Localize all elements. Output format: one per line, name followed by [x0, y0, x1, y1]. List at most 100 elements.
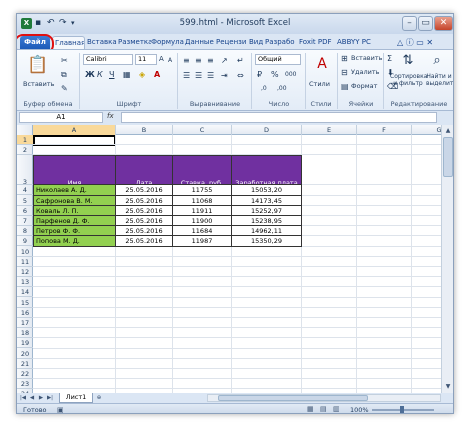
- underline-icon[interactable]: Ч: [109, 70, 114, 79]
- close-button[interactable]: ✕: [434, 16, 453, 31]
- delete-cells-icon[interactable]: ⊟: [341, 68, 348, 77]
- tab-view[interactable]: Вид: [249, 36, 263, 49]
- table-cell[interactable]: 11068: [173, 195, 232, 206]
- row-header-14[interactable]: 14: [17, 287, 33, 298]
- align-right-icon[interactable]: ☰: [207, 71, 214, 80]
- first-sheet-icon[interactable]: |◀: [19, 394, 27, 402]
- row-header-22[interactable]: 22: [17, 369, 33, 379]
- grow-font-icon[interactable]: A: [159, 55, 164, 64]
- align-center-icon[interactable]: ☰: [195, 71, 202, 80]
- row-header-6[interactable]: 6: [17, 206, 33, 216]
- minimize-button[interactable]: –: [402, 16, 417, 31]
- insert-function-icon[interactable]: fx: [107, 112, 114, 120]
- table-cell[interactable]: 25.05.2016: [116, 205, 173, 216]
- tab-developer[interactable]: Разрабо: [265, 36, 297, 49]
- tab-page-layout[interactable]: Разметка: [118, 36, 151, 49]
- row-header-5[interactable]: 5: [17, 196, 33, 206]
- table-cell[interactable]: 15252,97: [232, 205, 302, 216]
- autosum-icon[interactable]: Σ: [387, 54, 392, 63]
- paste-button[interactable]: Вставить: [23, 80, 54, 88]
- font-size-box[interactable]: 11: [135, 54, 157, 65]
- column-header-e[interactable]: E: [302, 125, 357, 135]
- align-bottom-icon[interactable]: ≡: [207, 56, 214, 65]
- last-sheet-icon[interactable]: ▶|: [46, 394, 54, 402]
- table-cell[interactable]: 25.05.2016: [116, 236, 173, 247]
- table-cell[interactable]: 11987: [173, 236, 232, 247]
- tab-formulas[interactable]: Формула: [151, 36, 184, 49]
- zoom-level[interactable]: 100%: [350, 406, 369, 413]
- font-color-icon[interactable]: A: [154, 70, 160, 79]
- row-header-17[interactable]: 17: [17, 318, 33, 328]
- employee-name-cell[interactable]: Петров Ф. Ф.: [33, 226, 116, 237]
- table-header-cell[interactable]: Имя: [33, 155, 116, 186]
- row-header-11[interactable]: 11: [17, 257, 33, 267]
- font-name-box[interactable]: Calibri: [83, 54, 133, 65]
- tab-review[interactable]: Рецензи: [216, 36, 248, 49]
- row-header-12[interactable]: 12: [17, 267, 33, 277]
- name-box[interactable]: A1: [19, 112, 103, 123]
- column-header-d[interactable]: D: [232, 125, 302, 135]
- column-header-g[interactable]: G: [412, 125, 441, 135]
- next-sheet-icon[interactable]: ▶: [37, 394, 45, 402]
- currency-icon[interactable]: ₽: [257, 70, 262, 79]
- sheet-tab-1[interactable]: Лист1: [59, 393, 93, 403]
- row-header-23[interactable]: 23: [17, 379, 33, 390]
- row-header-19[interactable]: 19: [17, 338, 33, 349]
- percent-icon[interactable]: %: [271, 70, 279, 79]
- view-layout-icon[interactable]: ▤: [320, 405, 327, 413]
- format-painter-icon[interactable]: ✎: [61, 84, 68, 93]
- prev-sheet-icon[interactable]: ◀: [28, 394, 36, 402]
- view-normal-icon[interactable]: ▦: [307, 405, 314, 413]
- column-header-b[interactable]: B: [116, 125, 173, 135]
- employee-name-cell[interactable]: Сафронова В. М.: [33, 195, 116, 206]
- indent-icon[interactable]: ⇥: [221, 71, 228, 80]
- table-cell[interactable]: 15238,95: [232, 216, 302, 227]
- row-header-3[interactable]: 3: [17, 155, 33, 186]
- tab-abbyy[interactable]: ABBYY PC: [337, 36, 373, 49]
- find-select-button[interactable]: Найти и выделить: [426, 73, 453, 87]
- format-cells-button[interactable]: Формат: [351, 82, 377, 90]
- table-cell[interactable]: 14173,45: [232, 195, 302, 206]
- scroll-down-icon[interactable]: ▼: [443, 382, 453, 392]
- insert-cells-icon[interactable]: ⊞: [341, 54, 348, 63]
- row-header-8[interactable]: 8: [17, 226, 33, 237]
- italic-icon[interactable]: К: [97, 70, 103, 79]
- sort-filter-button[interactable]: Сортировка и фильтр: [390, 73, 427, 87]
- bold-icon[interactable]: Ж: [85, 70, 95, 79]
- format-cells-icon[interactable]: ▤: [341, 82, 349, 91]
- align-left-icon[interactable]: ☰: [183, 71, 190, 80]
- find-select-icon[interactable]: ⌕: [429, 53, 445, 69]
- table-cell[interactable]: 11900: [173, 216, 232, 227]
- table-cell[interactable]: 11911: [173, 205, 232, 216]
- row-header-15[interactable]: 15: [17, 298, 33, 308]
- employee-name-cell[interactable]: Николаев А. Д.: [33, 185, 116, 196]
- insert-cells-button[interactable]: Вставить: [351, 54, 382, 62]
- cut-icon[interactable]: ✂: [61, 56, 68, 65]
- sort-filter-icon[interactable]: ⇅: [400, 53, 416, 69]
- paste-icon[interactable]: 📋: [27, 54, 49, 76]
- tab-foxit-pdf[interactable]: Foxit PDF: [299, 36, 335, 49]
- column-header-c[interactable]: C: [173, 125, 232, 135]
- zoom-slider-knob[interactable]: [400, 406, 404, 413]
- table-header-cell[interactable]: Ставка, руб.: [173, 155, 232, 186]
- tab-insert[interactable]: Вставка: [87, 36, 117, 49]
- table-cell[interactable]: 25.05.2016: [116, 195, 173, 206]
- fill-color-icon[interactable]: ◈: [139, 70, 145, 79]
- thousands-icon[interactable]: 000: [285, 70, 296, 79]
- column-header-a[interactable]: A: [33, 125, 116, 135]
- vertical-scrollbar[interactable]: ▲ ▼: [441, 125, 453, 393]
- employee-name-cell[interactable]: Парфенов Д. Ф.: [33, 216, 116, 227]
- row-header-9[interactable]: 9: [17, 236, 33, 247]
- row-header-7[interactable]: 7: [17, 216, 33, 226]
- styles-icon[interactable]: A: [313, 54, 331, 74]
- table-cell[interactable]: 15053,20: [232, 185, 302, 196]
- wrap-text-icon[interactable]: ↵: [237, 56, 244, 65]
- view-pagebreak-icon[interactable]: ▥: [333, 405, 340, 413]
- ribbon-help-icons[interactable]: △ ⓘ ▭ ✕: [397, 36, 447, 49]
- horizontal-scroll-thumb[interactable]: [218, 395, 368, 401]
- macro-record-icon[interactable]: ▣: [57, 406, 64, 413]
- tab-home[interactable]: Главная: [52, 36, 85, 49]
- row-header-2[interactable]: 2: [17, 145, 33, 156]
- tab-data[interactable]: Данные: [185, 36, 215, 49]
- styles-label[interactable]: Стили: [309, 80, 330, 88]
